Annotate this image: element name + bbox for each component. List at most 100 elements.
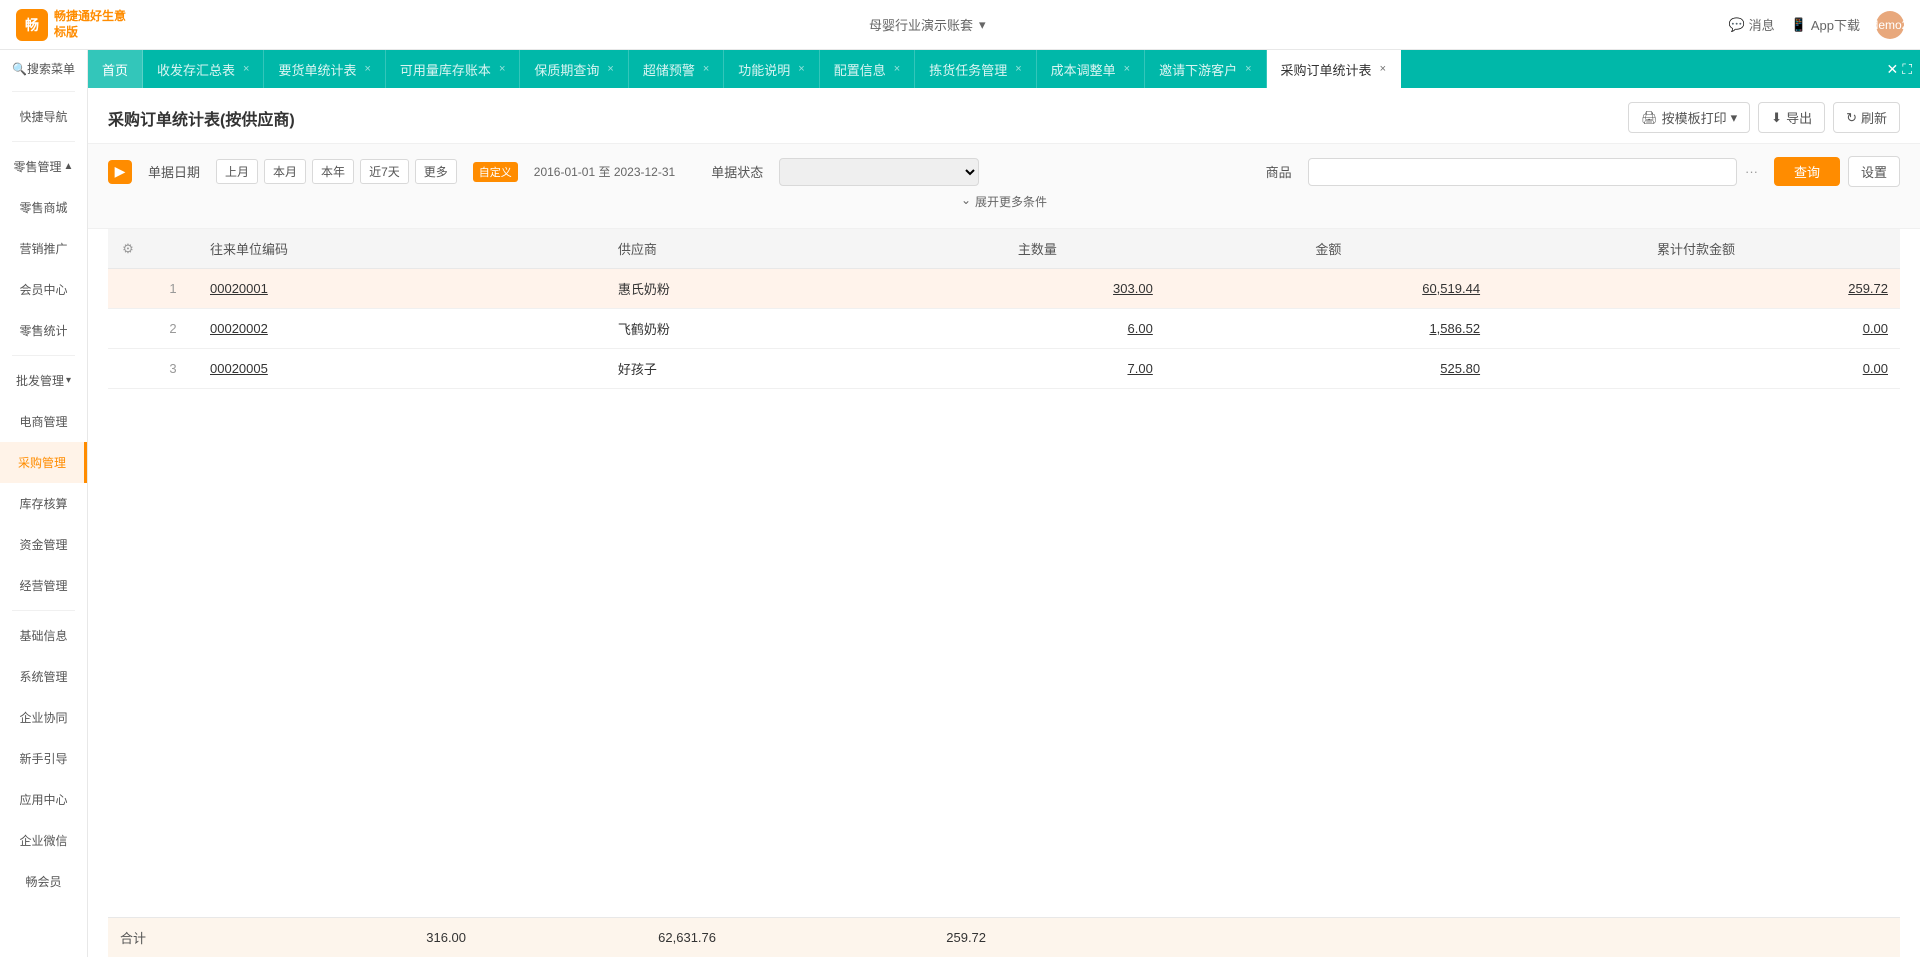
row-paid-amount-3[interactable]: 0.00: [1492, 349, 1900, 389]
row-amount-3[interactable]: 525.80: [1165, 349, 1492, 389]
col-index: [148, 229, 198, 269]
tab-close-config-info[interactable]: ×: [894, 63, 900, 75]
row-paid-amount-2[interactable]: 0.00: [1492, 309, 1900, 349]
sidebar-item-members[interactable]: 会员中心: [0, 269, 87, 310]
tab-close-available-inventory[interactable]: ×: [499, 63, 505, 75]
sidebar-item-quicknav[interactable]: 快捷导航: [0, 96, 87, 137]
logo-icon: 畅: [16, 9, 48, 41]
sidebar-item-wholesale[interactable]: 批发管理 ▾: [0, 360, 87, 401]
goods-input-wrap: ···: [1308, 158, 1758, 186]
col-supplier-name: 供应商: [606, 229, 910, 269]
sidebar-divider-4: [12, 610, 75, 611]
filter-expand-button[interactable]: ⌄ 展开更多条件: [108, 187, 1900, 216]
workspace-label: 母婴行业演示账套: [869, 15, 973, 34]
footer-amount: 62,631.76: [616, 930, 716, 945]
tab-cost-adjust[interactable]: 成本调整单 ×: [1037, 50, 1145, 88]
sidebar-item-system[interactable]: 系统管理: [0, 656, 87, 697]
sidebar-item-purchase[interactable]: 采购管理: [0, 442, 87, 483]
row-supplier-code-3[interactable]: 00020005: [198, 349, 606, 389]
tab-close-purchase-stats[interactable]: ×: [364, 63, 370, 75]
tab-close-purchase-order-stats[interactable]: ×: [1380, 63, 1386, 75]
filter-toggle-button[interactable]: ▶: [108, 160, 132, 184]
row-supplier-name-3: 好孩子: [606, 349, 910, 389]
status-filter-label: 单据状态: [711, 162, 763, 181]
tab-config-info[interactable]: 配置信息 ×: [820, 50, 915, 88]
maximize-icon[interactable]: ⛶: [1902, 61, 1912, 78]
tab-close-pick-tasks[interactable]: ×: [1015, 63, 1021, 75]
sidebar-item-appcenter[interactable]: 应用中心: [0, 779, 87, 820]
tab-overstock-warning[interactable]: 超储预警 ×: [629, 50, 724, 88]
tab-home[interactable]: 首页: [88, 50, 143, 88]
row-index-1: 1: [148, 269, 198, 309]
sidebar-item-finance[interactable]: 资金管理: [0, 524, 87, 565]
tab-invite-downstream[interactable]: 邀请下游客户 ×: [1145, 50, 1266, 88]
print-button[interactable]: 🖨 按模板打印 ▾: [1628, 102, 1750, 133]
sidebar-item-inventory[interactable]: 库存核算: [0, 483, 87, 524]
page-header: 采购订单统计表(按供应商) 🖨 按模板打印 ▾ ⬇ 导出 ↻ 刷新: [88, 88, 1920, 144]
row-settings-2: [108, 309, 148, 349]
sidebar-item-operations[interactable]: 经营管理: [0, 565, 87, 606]
tab-expiry-query[interactable]: 保质期查询 ×: [520, 50, 628, 88]
goods-more-icon[interactable]: ···: [1745, 164, 1758, 179]
sidebar-item-retail-shop[interactable]: 零售商城: [0, 187, 87, 228]
refresh-button[interactable]: ↻ 刷新: [1833, 102, 1900, 133]
gear-icon[interactable]: ⚙: [122, 241, 134, 256]
tab-available-inventory[interactable]: 可用量库存账本 ×: [386, 50, 520, 88]
page-content: 采购订单统计表(按供应商) 🖨 按模板打印 ▾ ⬇ 导出 ↻ 刷新: [88, 88, 1920, 957]
sidebar-item-enterprise[interactable]: 企业协同: [0, 697, 87, 738]
date-btn-this-month[interactable]: 本月: [264, 159, 306, 184]
settings-button[interactable]: 设置: [1848, 156, 1900, 187]
message-button[interactable]: 💬 消息: [1728, 15, 1774, 34]
tab-close-invite-downstream[interactable]: ×: [1245, 63, 1251, 75]
row-supplier-code-1[interactable]: 00020001: [198, 269, 606, 309]
export-icon: ⬇: [1771, 110, 1782, 126]
sidebar-item-vip[interactable]: 畅会员: [0, 861, 87, 902]
tab-close-function-desc[interactable]: ×: [798, 63, 804, 75]
date-btn-last-month[interactable]: 上月: [216, 159, 258, 184]
table-row: 1 00020001 惠氏奶粉 303.00 60,519.44 259.72: [108, 269, 1900, 309]
date-btn-7days[interactable]: 近7天: [360, 159, 409, 184]
tab-close-expiry-query[interactable]: ×: [607, 63, 613, 75]
app-download-button[interactable]: 📱 App下载: [1791, 15, 1860, 34]
tab-receive-summary[interactable]: 收发存汇总表 ×: [143, 50, 264, 88]
sidebar-item-marketing[interactable]: 营销推广: [0, 228, 87, 269]
row-quantity-3[interactable]: 7.00: [910, 349, 1165, 389]
tab-close-receive-summary[interactable]: ×: [243, 63, 249, 75]
sidebar-item-ecommerce[interactable]: 电商管理: [0, 401, 87, 442]
export-button[interactable]: ⬇ 导出: [1758, 102, 1825, 133]
row-supplier-code-2[interactable]: 00020002: [198, 309, 606, 349]
tab-close-overstock-warning[interactable]: ×: [703, 63, 709, 75]
avatar[interactable]: demo2: [1876, 11, 1904, 39]
top-bar: 畅 畅捷通好生意 标版 母婴行业演示账套 ▾ 💬 消息 📱 App下载 demo…: [0, 0, 1920, 50]
tab-purchase-order-stats[interactable]: 采购订单统计表 ×: [1267, 50, 1401, 88]
row-amount-1[interactable]: 60,519.44: [1165, 269, 1492, 309]
sidebar-item-search[interactable]: 🔍 搜索菜单: [0, 50, 87, 87]
search-button[interactable]: 查询: [1774, 157, 1840, 186]
data-table: ⚙ 往来单位编码 供应商 主数量 金额 累计付款金额: [108, 229, 1900, 389]
message-icon: 💬: [1728, 17, 1744, 33]
row-quantity-1[interactable]: 303.00: [910, 269, 1165, 309]
sidebar-item-basic[interactable]: 基础信息: [0, 615, 87, 656]
tab-close-cost-adjust[interactable]: ×: [1124, 63, 1130, 75]
download-icon: 📱: [1791, 17, 1807, 33]
date-btn-this-year[interactable]: 本年: [312, 159, 354, 184]
sidebar-item-retail-stats[interactable]: 零售统计: [0, 310, 87, 351]
main-layout: 🔍 搜索菜单 快捷导航 零售管理 ▲ 零售商城 营销推广 会员中心 零售统计 批…: [0, 50, 1920, 957]
tab-pick-tasks[interactable]: 拣货任务管理 ×: [915, 50, 1036, 88]
date-btn-more[interactable]: 更多: [415, 159, 457, 184]
row-index-3: 3: [148, 349, 198, 389]
sidebar-item-retail[interactable]: 零售管理 ▲: [0, 146, 87, 187]
col-amount: 金额: [1165, 229, 1492, 269]
row-amount-2[interactable]: 1,586.52: [1165, 309, 1492, 349]
footer-paid-amount: 259.72: [866, 930, 986, 945]
status-select[interactable]: [779, 158, 979, 186]
goods-input[interactable]: [1308, 158, 1737, 186]
close-all-tabs-icon[interactable]: ✕: [1886, 61, 1898, 78]
row-quantity-2[interactable]: 6.00: [910, 309, 1165, 349]
sidebar-item-newbie[interactable]: 新手引导: [0, 738, 87, 779]
sidebar-item-wechat[interactable]: 企业微信: [0, 820, 87, 861]
tab-function-desc[interactable]: 功能说明 ×: [724, 50, 819, 88]
workspace-selector[interactable]: 母婴行业演示账套 ▾: [869, 15, 986, 34]
tab-purchase-stats[interactable]: 要货单统计表 ×: [264, 50, 385, 88]
row-paid-amount-1[interactable]: 259.72: [1492, 269, 1900, 309]
